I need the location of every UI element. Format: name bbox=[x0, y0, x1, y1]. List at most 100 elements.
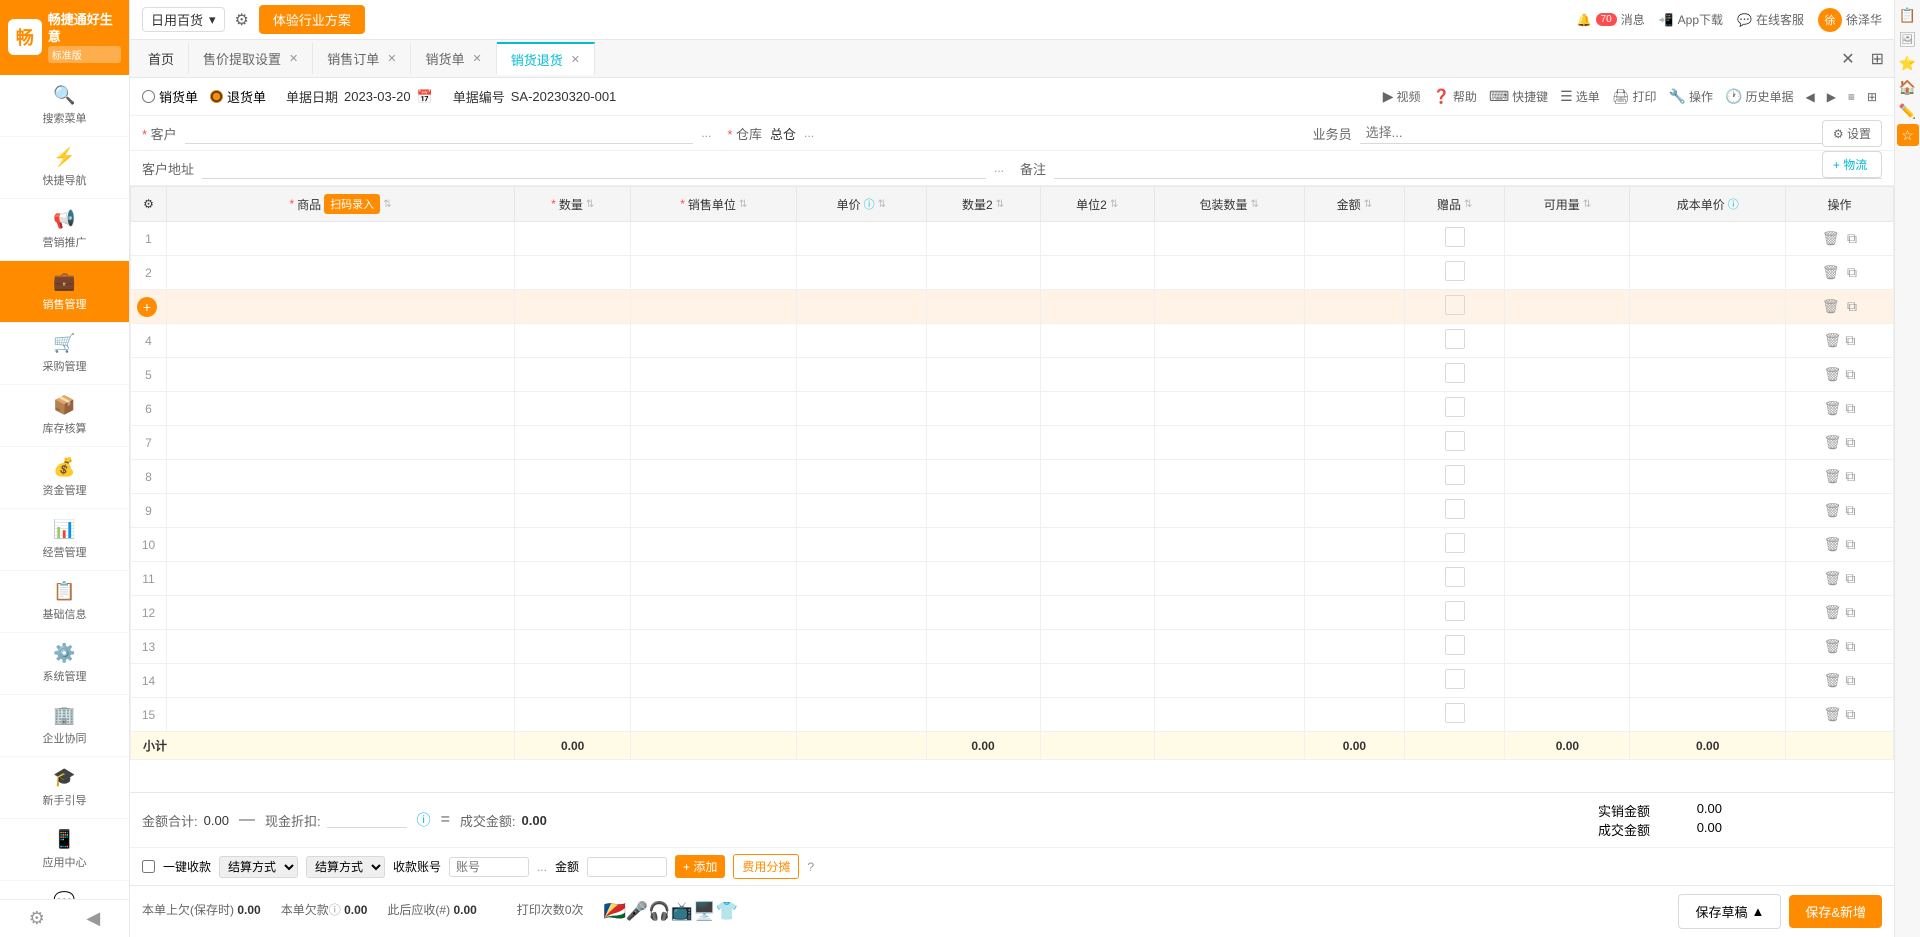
sidebar-item-shortcut[interactable]: ⚡ 快捷导航 bbox=[0, 137, 129, 199]
row-gift-cb[interactable] bbox=[1445, 499, 1465, 519]
topbar-gear-icon[interactable]: ⚙ bbox=[235, 10, 249, 30]
row-2-amount[interactable] bbox=[1304, 256, 1404, 290]
row-gift-cb[interactable] bbox=[1445, 397, 1465, 417]
row-copy-btn[interactable]: ⧉ bbox=[1843, 330, 1857, 351]
help-btn[interactable]: ❓ 帮助 bbox=[1427, 86, 1481, 107]
row-copy-btn[interactable]: ⧉ bbox=[1843, 636, 1857, 657]
sidebar-item-purchase[interactable]: 🛒 采购管理 bbox=[0, 323, 129, 385]
select-btn[interactable]: ☰ 选单 bbox=[1555, 86, 1605, 107]
row-copy-btn[interactable]: ⧉ bbox=[1843, 602, 1857, 623]
row-2-pkg-qty[interactable] bbox=[1154, 256, 1304, 290]
row-2-qty2[interactable] bbox=[926, 256, 1040, 290]
row-delete-btn[interactable]: 🗑 bbox=[1822, 398, 1844, 419]
row-3-amount[interactable] bbox=[1304, 290, 1404, 324]
available-sort-icon[interactable]: ⇅ bbox=[1583, 199, 1591, 210]
row-gift-cb[interactable] bbox=[1445, 669, 1465, 689]
tab-home[interactable]: 首页 bbox=[134, 43, 189, 74]
discount-input[interactable] bbox=[327, 812, 407, 828]
sidebar-item-apps[interactable]: 📱 应用中心 bbox=[0, 819, 129, 881]
row-gift-cb[interactable] bbox=[1445, 431, 1465, 451]
up-sort-icon[interactable]: ⇅ bbox=[878, 199, 886, 210]
sidebar-item-marketing[interactable]: 📢 营销推广 bbox=[0, 199, 129, 261]
print-btn[interactable]: 🖨 打印 bbox=[1607, 86, 1662, 107]
right-panel-btn-3[interactable]: ⭐ bbox=[1897, 52, 1919, 74]
tab-grid-icon[interactable]: ⊞ bbox=[1865, 47, 1890, 71]
tab-sales-return-close[interactable]: ✕ bbox=[571, 53, 580, 66]
row-gift-cb[interactable] bbox=[1445, 703, 1465, 723]
row-2-copy-btn[interactable]: ⧉ bbox=[1845, 262, 1859, 283]
right-panel-btn-5[interactable]: ✏️ bbox=[1897, 100, 1919, 122]
add-row-btn[interactable]: + bbox=[137, 297, 157, 317]
row-delete-btn[interactable]: 🗑 bbox=[1822, 364, 1844, 385]
row-3-copy-btn[interactable]: ⧉ bbox=[1845, 296, 1859, 317]
row-delete-btn[interactable]: 🗑 bbox=[1822, 704, 1844, 725]
row-1-unit-price[interactable] bbox=[797, 222, 926, 256]
row-3-gift[interactable] bbox=[1405, 290, 1505, 324]
row-delete-btn[interactable]: 🗑 bbox=[1822, 330, 1844, 351]
row-delete-btn[interactable]: 🗑 bbox=[1822, 602, 1844, 623]
row-copy-btn[interactable]: ⧉ bbox=[1843, 500, 1857, 521]
collapse-icon[interactable]: ◀ bbox=[86, 908, 100, 929]
row-3-gift-checkbox[interactable] bbox=[1445, 295, 1465, 315]
amount-field-input[interactable] bbox=[587, 857, 667, 877]
tab-sales-delivery-close[interactable]: ✕ bbox=[473, 52, 482, 65]
app-download-item[interactable]: 📲 App下载 bbox=[1659, 11, 1723, 28]
remark-input[interactable] bbox=[1054, 157, 1882, 179]
save-new-btn[interactable]: 保存&新增 bbox=[1789, 895, 1882, 928]
tab-sales-return[interactable]: 销货退货 ✕ bbox=[497, 42, 595, 75]
prev-record-btn[interactable]: ◀ bbox=[1800, 88, 1819, 106]
row-2-unit-price[interactable] bbox=[797, 256, 926, 290]
detail-view-btn[interactable]: ⊞ bbox=[1862, 88, 1882, 106]
row-copy-btn[interactable]: ⧉ bbox=[1843, 704, 1857, 725]
row-1-product[interactable] bbox=[167, 222, 515, 256]
row-3-unit-price[interactable] bbox=[797, 290, 926, 324]
sidebar-item-basic[interactable]: 📋 基础信息 bbox=[0, 571, 129, 633]
row-3-pkg-qty[interactable] bbox=[1154, 290, 1304, 324]
address-dots-btn[interactable]: ... bbox=[994, 161, 1004, 175]
sidebar-item-guide[interactable]: 🎓 新手引导 bbox=[0, 757, 129, 819]
notification-item[interactable]: 🔔 70 消息 bbox=[1577, 11, 1645, 28]
row-gift-cb[interactable] bbox=[1445, 329, 1465, 349]
video-btn[interactable]: ▶ 视频 bbox=[1378, 86, 1426, 107]
row-2-unit2[interactable] bbox=[1040, 256, 1154, 290]
add-payment-btn[interactable]: + 添加 bbox=[675, 855, 725, 878]
customer-input[interactable] bbox=[185, 122, 694, 144]
radio-sales[interactable]: 销货单 bbox=[142, 87, 198, 106]
row-1-available[interactable] bbox=[1505, 222, 1630, 256]
industry-select[interactable]: 日用百货 ▾ bbox=[142, 7, 225, 32]
tab-close-all-icon[interactable]: ✕ bbox=[1835, 47, 1860, 71]
row-1-amount[interactable] bbox=[1304, 222, 1404, 256]
sidebar-item-system[interactable]: ⚙️ 系统管理 bbox=[0, 633, 129, 695]
row-copy-btn[interactable]: ⧉ bbox=[1843, 568, 1857, 589]
row-3-qty2[interactable] bbox=[926, 290, 1040, 324]
row-2-product[interactable] bbox=[167, 256, 515, 290]
row-3-delete-btn[interactable]: 🗑 bbox=[1820, 296, 1842, 317]
row-gift-cb[interactable] bbox=[1445, 567, 1465, 587]
online-service-item[interactable]: 💬 在线客服 bbox=[1737, 11, 1804, 28]
row-copy-btn[interactable]: ⧉ bbox=[1843, 670, 1857, 691]
sidebar-item-enterprise[interactable]: 🏢 企业协同 bbox=[0, 695, 129, 757]
row-gift-cb[interactable] bbox=[1445, 363, 1465, 383]
row-3-unit2[interactable] bbox=[1040, 290, 1154, 324]
row-copy-btn[interactable]: ⧉ bbox=[1843, 466, 1857, 487]
row-1-copy-btn[interactable]: ⧉ bbox=[1845, 228, 1859, 249]
row-delete-btn[interactable]: 🗑 bbox=[1822, 636, 1844, 657]
settings-side-btn[interactable]: ⚙ 设置 bbox=[1822, 120, 1882, 147]
row-copy-btn[interactable]: ⧉ bbox=[1843, 432, 1857, 453]
unit2-sort-icon[interactable]: ⇅ bbox=[1110, 199, 1118, 210]
row-copy-btn[interactable]: ⧉ bbox=[1843, 534, 1857, 555]
radio-return[interactable]: 退货单 bbox=[210, 87, 266, 106]
row-1-gift[interactable] bbox=[1405, 222, 1505, 256]
right-panel-btn-1[interactable]: 📋 bbox=[1897, 4, 1919, 26]
row-gift-cb[interactable] bbox=[1445, 533, 1465, 553]
row-3-sales-unit[interactable] bbox=[631, 290, 797, 324]
scan-input-btn[interactable]: 扫码录入 bbox=[324, 194, 380, 214]
row-gift-cb[interactable] bbox=[1445, 635, 1465, 655]
row-1-delete-btn[interactable]: 🗑 bbox=[1820, 228, 1842, 249]
calendar-icon[interactable]: 📅 bbox=[417, 89, 433, 105]
settings-bottom-icon[interactable]: ⚙ bbox=[29, 908, 45, 929]
tab-price-setting[interactable]: 售价提取设置 ✕ bbox=[189, 43, 313, 74]
radio-sales-input[interactable] bbox=[142, 90, 155, 103]
settle-method-select[interactable]: 结算方式 bbox=[219, 856, 298, 878]
row-2-quantity[interactable] bbox=[515, 256, 631, 290]
